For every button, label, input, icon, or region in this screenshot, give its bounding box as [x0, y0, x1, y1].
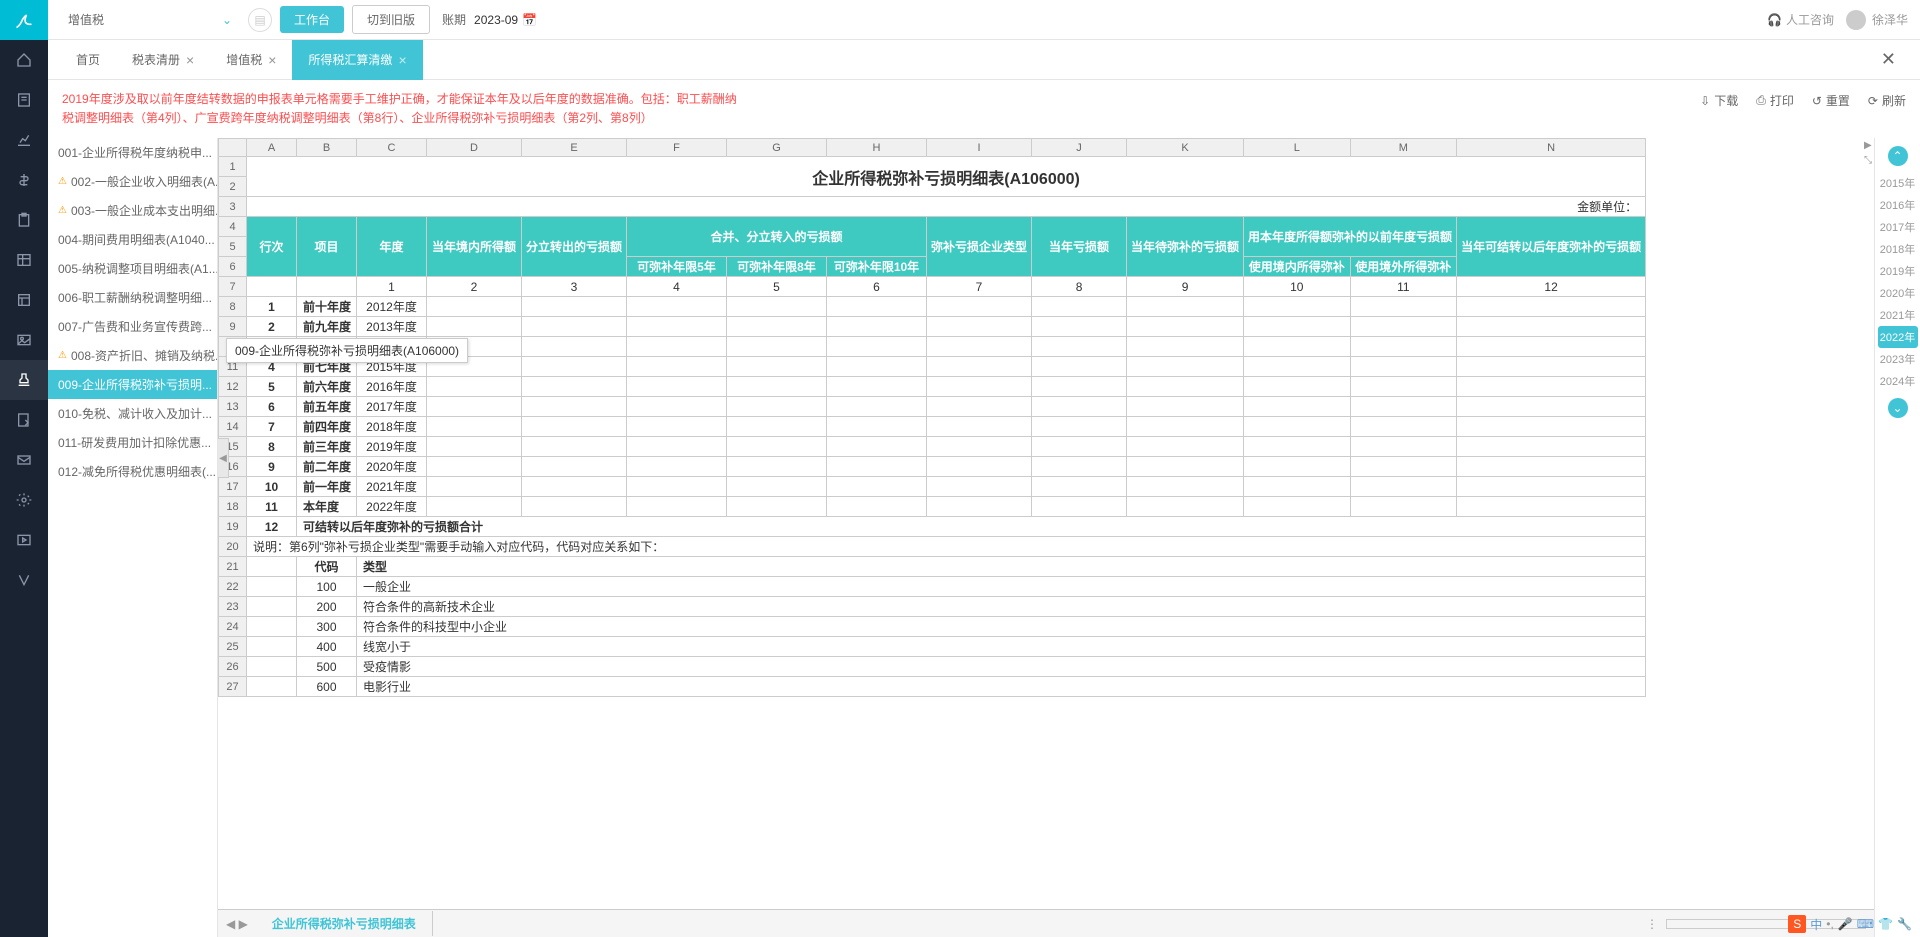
nav-template-icon[interactable]: [0, 280, 48, 320]
nav-mail-icon[interactable]: [0, 440, 48, 480]
year-button[interactable]: 2024年: [1878, 370, 1918, 392]
user-menu[interactable]: 徐泽华: [1846, 10, 1908, 30]
ime-toolbar: S 中 •, 🎤 ⌨ 👕 🔧: [1788, 915, 1912, 933]
nav-money-icon[interactable]: [0, 160, 48, 200]
tab-1[interactable]: 税表清册×: [116, 40, 210, 80]
ime-tool-icon[interactable]: 🔧: [1897, 917, 1912, 931]
refresh-icon: ⟳: [1868, 94, 1878, 108]
period-label: 账期: [442, 11, 466, 28]
nav-video-icon[interactable]: [0, 520, 48, 560]
nav-chart-icon[interactable]: [0, 120, 48, 160]
notice-text: 2019年度涉及取以前年度结转数据的申报表单元格需要手工维护正确，才能保证本年及…: [62, 90, 742, 128]
report-item[interactable]: 012-减免所得税优惠明细表(...: [48, 457, 217, 486]
year-button[interactable]: 2016年: [1878, 194, 1918, 216]
tab-close-icon[interactable]: ×: [398, 52, 406, 68]
sheet-tabs-bar: ◀ ▶ 企业所得税弥补亏损明细表 ⋮: [218, 909, 1874, 937]
year-button[interactable]: 2019年: [1878, 260, 1918, 282]
support-button[interactable]: 🎧 人工咨询: [1767, 11, 1834, 28]
print-button[interactable]: ⎙打印: [1756, 92, 1794, 109]
nav-export-icon[interactable]: [0, 400, 48, 440]
ime-punct-button[interactable]: •,: [1826, 917, 1834, 931]
nav-clipboard-icon[interactable]: [0, 200, 48, 240]
nav-stamp-icon[interactable]: [0, 360, 48, 400]
report-item[interactable]: ⚠008-资产折旧、摊销及纳税...: [48, 341, 217, 370]
workspace-button[interactable]: 工作台: [280, 6, 344, 33]
app-header: 增值税 ⌄ ▤ 工作台 切到旧版 账期 2023-09 📅 🎧 人工咨询 徐泽华: [48, 0, 1920, 40]
headset-icon: 🎧: [1767, 13, 1782, 27]
report-item[interactable]: 009-企业所得税弥补亏损明...: [48, 370, 217, 399]
calendar-icon[interactable]: 📅: [522, 13, 537, 27]
warning-icon: ⚠: [58, 176, 67, 187]
report-item[interactable]: 005-纳税调整项目明细表(A1...: [48, 254, 217, 283]
reset-icon: ↺: [1812, 94, 1822, 108]
year-button[interactable]: 2015年: [1878, 172, 1918, 194]
old-version-button[interactable]: 切到旧版: [352, 5, 430, 34]
ime-mic-icon[interactable]: 🎤: [1838, 917, 1853, 931]
ime-skin-icon[interactable]: 👕: [1878, 917, 1893, 931]
nav-doc-icon[interactable]: [0, 80, 48, 120]
collapse-sidebar-handle[interactable]: ◀: [218, 438, 229, 478]
report-item[interactable]: 007-广告费和业务宣传费跨...: [48, 312, 217, 341]
refresh-button[interactable]: ⟳刷新: [1868, 92, 1906, 109]
report-item[interactable]: 011-研发费用加计扣除优惠...: [48, 428, 217, 457]
report-tooltip: 009-企业所得税弥补亏损明细表(A106000): [226, 338, 468, 363]
warning-icon: ⚠: [58, 205, 67, 216]
unit-label: 金额单位：: [247, 197, 1646, 217]
tab-close-icon[interactable]: ×: [186, 52, 194, 68]
nav-v-icon[interactable]: [0, 560, 48, 600]
ime-lang-button[interactable]: 中: [1810, 916, 1822, 933]
report-item[interactable]: ⚠002-一般企业收入明细表(A...: [48, 167, 217, 196]
nav-table-icon[interactable]: [0, 240, 48, 280]
year-sidebar: ⌃ 2015年2016年2017年2018年2019年2020年2021年202…: [1874, 138, 1920, 937]
nav-sidebar: [0, 0, 48, 937]
download-icon: ⇩: [1700, 94, 1710, 108]
report-item[interactable]: 010-免税、减计收入及加计...: [48, 399, 217, 428]
year-button[interactable]: 2018年: [1878, 238, 1918, 260]
year-button[interactable]: 2023年: [1878, 348, 1918, 370]
report-item[interactable]: ⚠003-一般企业成本支出明细...: [48, 196, 217, 225]
report-item[interactable]: 001-企业所得税年度纳税申...: [48, 138, 217, 167]
ime-keyboard-icon[interactable]: ⌨: [1857, 917, 1874, 931]
reset-button[interactable]: ↺重置: [1812, 92, 1850, 109]
period-value[interactable]: 2023-09: [474, 13, 518, 27]
spreadsheet[interactable]: ABCDEFGHIJKLMN1企业所得税弥补亏损明细表(A106000)23金额…: [218, 138, 1874, 909]
ime-sogou-icon[interactable]: S: [1788, 915, 1806, 933]
scroll-up-button[interactable]: ⌃: [1888, 146, 1908, 166]
year-button[interactable]: 2021年: [1878, 304, 1918, 326]
tab-close-icon[interactable]: ×: [268, 52, 276, 68]
tab-0[interactable]: 首页: [60, 40, 116, 80]
app-logo[interactable]: [0, 0, 48, 40]
tab-3[interactable]: 所得税汇算清缴×: [292, 40, 422, 80]
report-item[interactable]: 006-职工薪酬纳税调整明细...: [48, 283, 217, 312]
nav-home-icon[interactable]: [0, 40, 48, 80]
download-button[interactable]: ⇩下载: [1700, 92, 1738, 109]
report-item[interactable]: 004-期间费用明细表(A1040...: [48, 225, 217, 254]
sheet-title: 企业所得税弥补亏损明细表(A106000): [247, 157, 1646, 197]
sheet-nav-prev[interactable]: ◀ ▶: [218, 917, 256, 931]
tabs-bar: 首页税表清册×增值税×所得税汇算清缴× ✕: [48, 40, 1920, 80]
avatar: [1846, 10, 1866, 30]
warning-icon: ⚠: [58, 350, 67, 361]
module-select[interactable]: 增值税 ⌄: [60, 7, 240, 32]
tab-2[interactable]: 增值税×: [210, 40, 292, 80]
print-icon: ⎙: [1756, 93, 1766, 108]
close-all-tabs[interactable]: ✕: [1869, 49, 1908, 70]
chevron-down-icon: ⌄: [222, 13, 232, 27]
year-button[interactable]: 2017年: [1878, 216, 1918, 238]
year-button[interactable]: 2022年: [1878, 326, 1918, 348]
nav-image-icon[interactable]: [0, 320, 48, 360]
year-button[interactable]: 2020年: [1878, 282, 1918, 304]
nav-settings-icon[interactable]: [0, 480, 48, 520]
reports-list: 001-企业所得税年度纳税申...⚠002-一般企业收入明细表(A...⚠003…: [48, 138, 218, 937]
archive-icon[interactable]: ▤: [248, 8, 272, 32]
scroll-down-button[interactable]: ⌄: [1888, 398, 1908, 418]
sheet-tab[interactable]: 企业所得税弥补亏损明细表: [256, 911, 433, 936]
